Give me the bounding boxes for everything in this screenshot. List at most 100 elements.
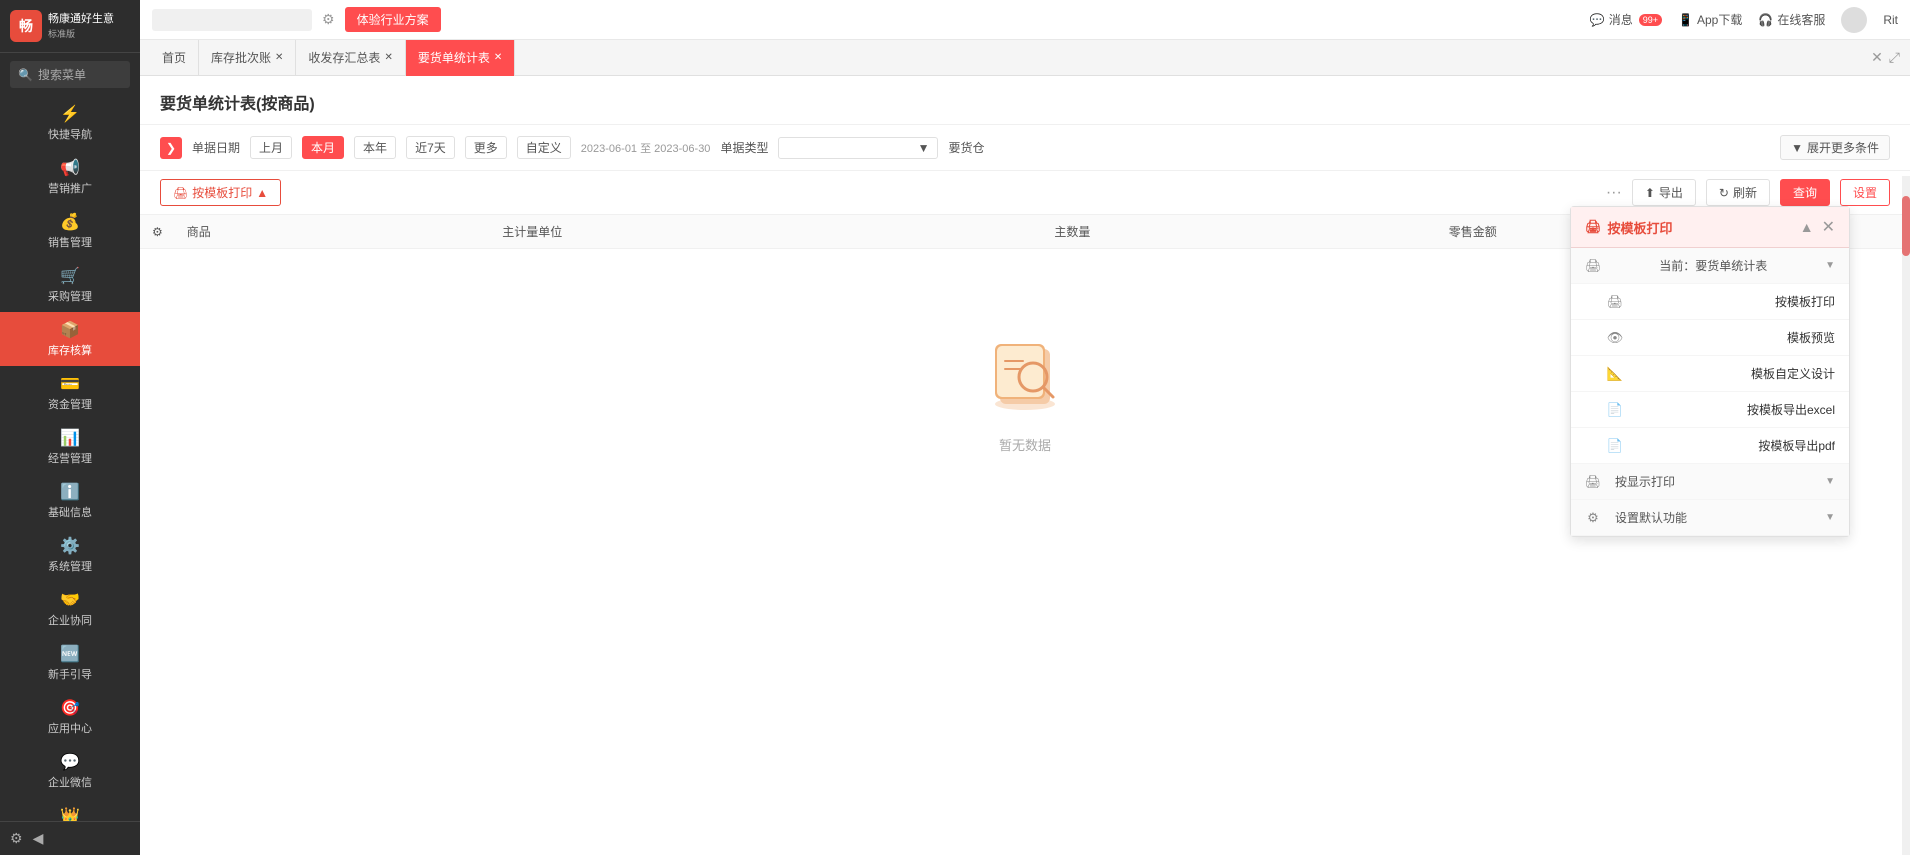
tab-requisition-stats-close[interactable]: ✕: [494, 52, 502, 63]
tab-collection-summary[interactable]: 收发存汇总表 ✕: [296, 40, 405, 76]
type-filter-select[interactable]: ▼: [778, 137, 938, 159]
topbar-right: 💬 消息 99+ 📱 App下载 🎧 在线客服 Rit: [1590, 7, 1898, 33]
filter-expand-button[interactable]: ❯: [160, 137, 182, 159]
tabs-actions: ✕ ⤢: [1871, 49, 1900, 66]
dropdown-item-export-excel[interactable]: 📄 按模板导出excel: [1571, 392, 1849, 428]
dropdown-close-icon[interactable]: ✕: [1822, 217, 1835, 237]
tab-collection-summary-close[interactable]: ✕: [384, 52, 392, 63]
sidebar-item-wechat[interactable]: 💬 企业微信: [0, 744, 140, 798]
dropdown-item-export-pdf[interactable]: 📄 按模板导出pdf: [1571, 428, 1849, 464]
sidebar-logo: 畅 畅康通好生意 标准版: [0, 0, 140, 53]
tab-close-window-icon[interactable]: ✕: [1871, 49, 1883, 66]
refresh-button[interactable]: ↻ 刷新: [1706, 179, 1770, 206]
date-btn-more[interactable]: 更多: [465, 136, 507, 159]
tab-maximize-icon[interactable]: ⤢: [1889, 49, 1900, 66]
sidebar-item-label: 系统管理: [48, 558, 92, 574]
sidebar-settings-button[interactable]: ⚙: [10, 830, 23, 847]
printer-icon: 🖨: [173, 186, 188, 200]
dropdown-collapse-icon[interactable]: ▲: [1800, 219, 1814, 235]
sidebar-item-operation[interactable]: 📊 经营管理: [0, 420, 140, 474]
sidebar-item-member[interactable]: 👑 畅会员: [0, 798, 140, 821]
sidebar-item-guide[interactable]: 🆕 新手引导: [0, 636, 140, 690]
set-default-chevron: ▼: [1825, 512, 1835, 523]
template-print-chevron: ▲: [256, 186, 268, 200]
date-range-display: 2023-06-01 至 2023-06-30: [581, 140, 711, 156]
quick-nav-icon: ⚡: [60, 104, 80, 124]
sidebar-item-inventory[interactable]: 📦 库存核算: [0, 312, 140, 366]
sidebar: 畅 畅康通好生意 标准版 🔍 搜索菜单 ⚡ 快捷导航 📢 营销推广 💰 销售管理…: [0, 0, 140, 855]
topbar-search-input[interactable]: [152, 9, 312, 31]
app-download-item[interactable]: 📱 App下载: [1678, 11, 1742, 28]
tab-home[interactable]: 首页: [150, 40, 199, 76]
query-button[interactable]: 查询: [1780, 179, 1830, 206]
user-name[interactable]: Rit: [1883, 13, 1898, 27]
dropdown-item-template-design[interactable]: 📐 模板自定义设计: [1571, 356, 1849, 392]
item-preview-icon: 👁: [1607, 330, 1623, 346]
topbar-gear-icon[interactable]: ⚙: [322, 11, 335, 28]
search-menu-label: 搜索菜单: [38, 66, 86, 83]
dropdown-item-display-print[interactable]: 🖨 按显示打印 ▼: [1571, 464, 1849, 500]
date-btn-this-year[interactable]: 本年: [354, 136, 396, 159]
empty-icon: [975, 329, 1075, 419]
dropdown-item-template-print[interactable]: 🖨 按模板打印: [1571, 284, 1849, 320]
export-label: 导出: [1659, 184, 1683, 201]
online-service-label: 在线客服: [1777, 11, 1825, 28]
date-btn-last-month[interactable]: 上月: [250, 136, 292, 159]
scroll-thumb[interactable]: [1902, 196, 1910, 256]
logo-sub: 标准版: [48, 27, 114, 40]
date-btn-custom[interactable]: 自定义: [517, 136, 571, 159]
item-label: 设置默认功能: [1615, 509, 1817, 526]
sidebar-item-marketing[interactable]: 📢 营销推广: [0, 150, 140, 204]
item-pdf-icon: 📄: [1607, 438, 1623, 454]
settings-button[interactable]: 设置: [1840, 179, 1890, 206]
tab-requisition-stats[interactable]: 要货单统计表 ✕: [406, 40, 515, 76]
guide-icon: 🆕: [60, 644, 80, 664]
col-header-gear[interactable]: ⚙: [140, 215, 175, 249]
search-menu-button[interactable]: 🔍 搜索菜单: [10, 61, 130, 88]
type-select-chevron: ▼: [918, 141, 930, 155]
expand-more-label: 展开更多条件: [1807, 139, 1879, 156]
sidebar-item-finance[interactable]: 💳 资金管理: [0, 366, 140, 420]
topbar: ⚙ 体验行业方案 💬 消息 99+ 📱 App下载 🎧 在线客服 Rit: [140, 0, 1910, 40]
sidebar-item-apps[interactable]: 🎯 应用中心: [0, 690, 140, 744]
col-header-unit: 主计量单位: [490, 215, 1042, 249]
logo-icon: 畅: [10, 10, 42, 42]
sidebar-item-label: 资金管理: [48, 396, 92, 412]
sidebar-item-sales[interactable]: 💰 销售管理: [0, 204, 140, 258]
dropdown-printer-icon: 🖨: [1585, 219, 1602, 235]
date-filter-label: 单据日期: [192, 139, 240, 156]
dropdown-item-set-default[interactable]: ⚙ 设置默认功能 ▼: [1571, 500, 1849, 536]
empty-text: 暂无数据: [999, 435, 1051, 454]
date-btn-this-month[interactable]: 本月: [302, 136, 344, 159]
export-button[interactable]: ⬆ 导出: [1632, 179, 1696, 206]
user-avatar[interactable]: [1841, 7, 1867, 33]
messages-item[interactable]: 💬 消息 99+: [1590, 11, 1662, 28]
date-btn-last-7-days[interactable]: 近7天: [406, 136, 455, 159]
more-options-icon[interactable]: ···: [1606, 184, 1622, 202]
template-print-dropdown: 🖨 按模板打印 ▲ ✕ 🖨 当前：要货单统计表 ▼ 🖨 按模板打印 👁: [1570, 206, 1850, 537]
sidebar-item-purchase[interactable]: 🛒 采购管理: [0, 258, 140, 312]
item-excel-icon: 📄: [1607, 402, 1623, 418]
dropdown-header: 🖨 按模板打印 ▲ ✕: [1571, 207, 1849, 248]
col-header-quantity: 主数量: [1042, 215, 1436, 249]
sidebar-item-system[interactable]: ⚙️ 系统管理: [0, 528, 140, 582]
online-service-item[interactable]: 🎧 在线客服: [1758, 11, 1825, 28]
dropdown-item-template-preview[interactable]: 👁 模板预览: [1571, 320, 1849, 356]
sidebar-collapse-button[interactable]: ◀: [33, 830, 44, 847]
tab-inventory-batch-close[interactable]: ✕: [275, 52, 283, 63]
sidebar-item-basic[interactable]: ℹ️ 基础信息: [0, 474, 140, 528]
col-header-goods: 商品: [175, 215, 491, 249]
app-download-label: App下载: [1697, 11, 1742, 28]
tab-inventory-batch[interactable]: 库存批次账 ✕: [199, 40, 296, 76]
scrollbar[interactable]: [1902, 176, 1910, 855]
app-icon: 📱: [1678, 13, 1693, 27]
current-template-row[interactable]: 🖨 当前：要货单统计表 ▼: [1571, 248, 1849, 284]
basic-icon: ℹ️: [60, 482, 80, 502]
trial-button[interactable]: 体验行业方案: [345, 7, 441, 32]
expand-more-button[interactable]: ▼ 展开更多条件: [1780, 135, 1890, 160]
current-template-label: 当前：要货单统计表: [1659, 257, 1767, 274]
template-print-button[interactable]: 🖨 按模板打印 ▲: [160, 179, 281, 206]
messages-label: 消息: [1609, 11, 1633, 28]
sidebar-item-enterprise[interactable]: 🤝 企业协同: [0, 582, 140, 636]
sidebar-item-quick-nav[interactable]: ⚡ 快捷导航: [0, 96, 140, 150]
